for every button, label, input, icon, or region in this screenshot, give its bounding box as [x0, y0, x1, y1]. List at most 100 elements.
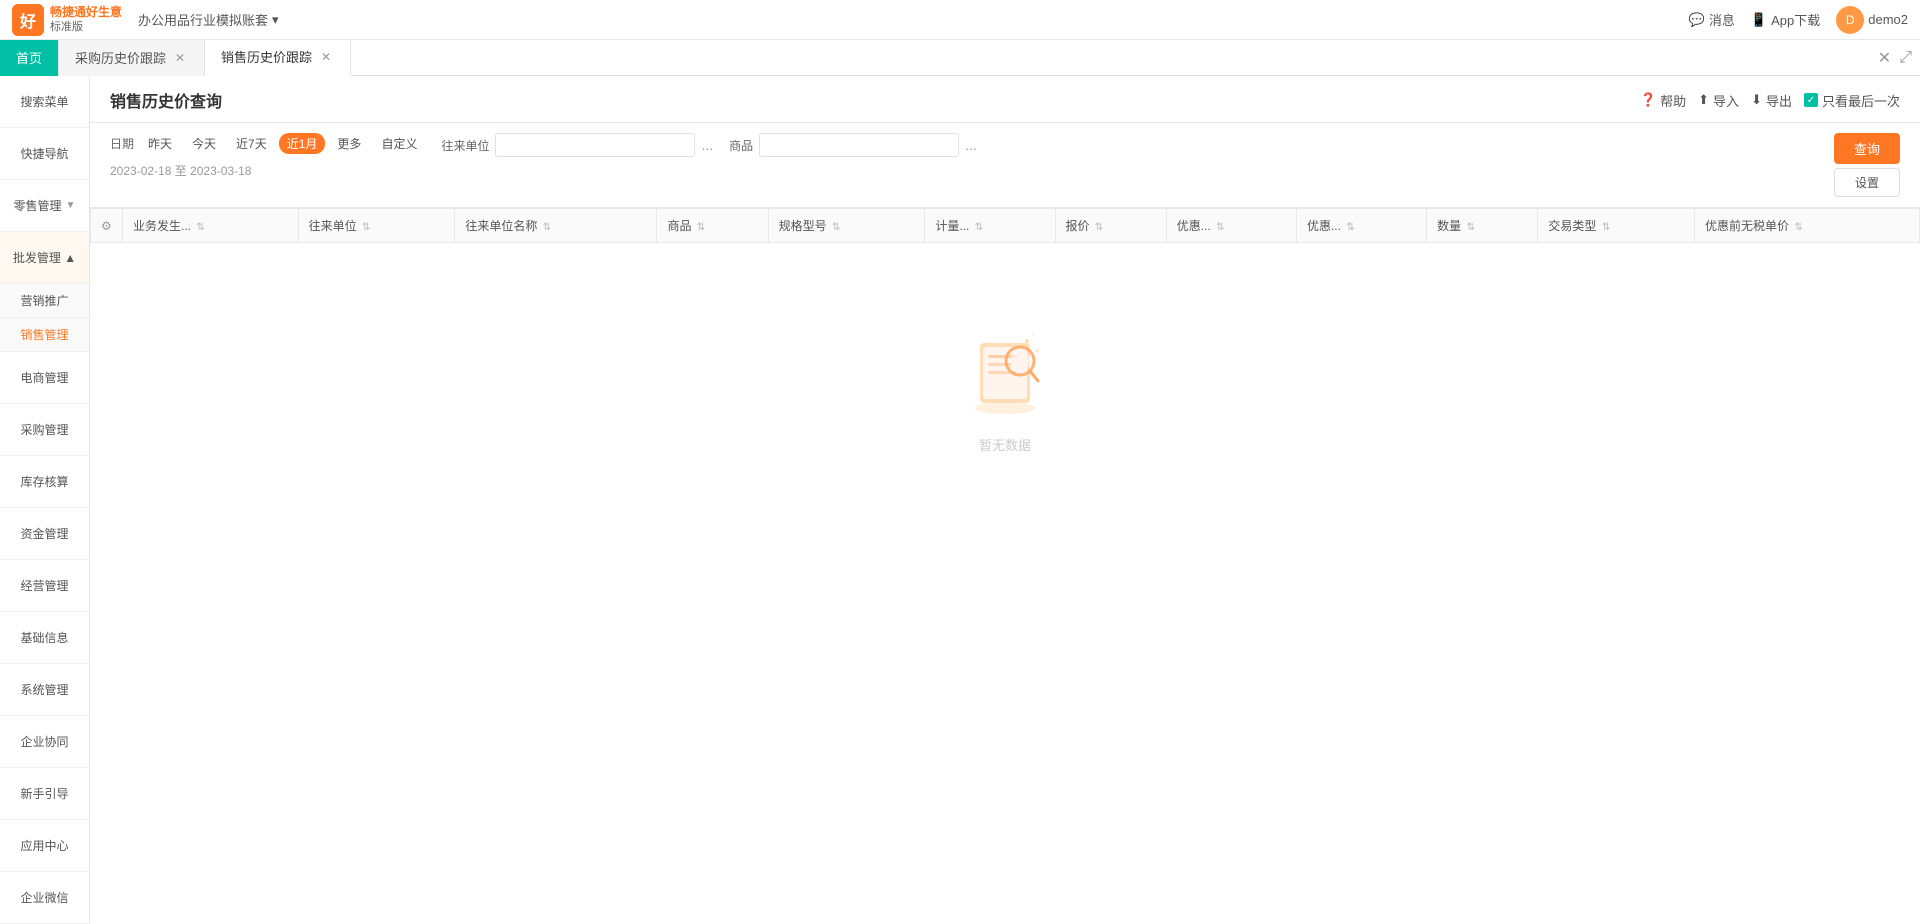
tabbar: 首页 采购历史价跟踪 ✕ 销售历史价跟踪 ✕ ✕ ⤢	[0, 40, 1920, 76]
wholesale-mgmt-row: 批发管理 ▲	[13, 249, 76, 266]
topbar-right: 💬 消息 📱 App下载 D demo2	[1689, 6, 1908, 34]
col-settings[interactable]: ⚙	[91, 209, 123, 243]
col-biz-date-label: 业务发生...	[133, 219, 191, 233]
basic-info-label: 基础信息	[20, 629, 68, 646]
goods-label: 商品	[729, 137, 753, 154]
col-biz-date[interactable]: 业务发生... ⇅	[123, 209, 299, 243]
import-btn[interactable]: ⬆ 导入	[1698, 91, 1739, 110]
sidebar-item-sales-mgmt[interactable]: 销售管理	[0, 318, 89, 352]
page-actions: ❓ 帮助 ⬆ 导入 ⬇ 导出 ✓ 只看最后一	[1640, 91, 1900, 110]
logo-icon: 好	[12, 4, 44, 36]
tab-purchase-history-close[interactable]: ✕	[172, 50, 188, 66]
tab-home-label: 首页	[16, 48, 42, 67]
help-btn[interactable]: ❓ 帮助	[1640, 91, 1686, 110]
col-trade-type[interactable]: 交易类型 ⇅	[1538, 209, 1695, 243]
col-quantity[interactable]: 数量 ⇅	[1427, 209, 1538, 243]
col-quote-label: 报价	[1066, 219, 1090, 233]
sidebar-item-new-guide[interactable]: 新手引导	[0, 768, 89, 820]
close-all-tabs-btn[interactable]: ✕	[1878, 48, 1891, 68]
sort-arrows-discount1: ⇅	[1216, 222, 1224, 233]
quick-nav-label: 快捷导航	[20, 145, 68, 162]
date-option-custom[interactable]: 自定义	[373, 133, 425, 154]
col-discount2[interactable]: 优惠... ⇅	[1296, 209, 1426, 243]
message-btn[interactable]: 💬 消息	[1689, 10, 1735, 29]
sort-arrows-counterpart-code: ⇅	[362, 222, 370, 233]
username: demo2	[1868, 12, 1908, 27]
settings-button[interactable]: 设置	[1834, 168, 1900, 197]
logo-line1: 畅捷通好生意	[50, 5, 122, 21]
sidebar-item-basic-info[interactable]: 基础信息	[0, 612, 89, 664]
date-range: 2023-02-18 至 2023-03-18	[110, 162, 251, 179]
nav-selector[interactable]: 办公用品行业模拟账套 ▾	[130, 6, 287, 33]
logo-area: 好 畅捷通好生意 标准版	[12, 4, 122, 36]
col-counterpart-name[interactable]: 往来单位名称 ⇅	[455, 209, 657, 243]
col-pre-tax-price-label: 优惠前无税单价	[1705, 219, 1789, 233]
user-profile-btn[interactable]: D demo2	[1836, 6, 1908, 34]
marketing-promo-label: 营销推广	[20, 294, 68, 308]
col-counterpart-code[interactable]: 往来单位 ⇅	[298, 209, 455, 243]
date-options: 昨天 今天 近7天 近1月 更多 自定义	[140, 133, 425, 154]
sidebar-item-fund-mgmt[interactable]: 资金管理	[0, 508, 89, 560]
purchase-mgmt-label: 采购管理	[20, 421, 68, 438]
sidebar-item-enterprise-wechat[interactable]: 企业微信	[0, 872, 89, 924]
col-unit[interactable]: 计量... ⇅	[925, 209, 1055, 243]
goods-dots[interactable]: ...	[965, 137, 977, 153]
tab-sales-history-close[interactable]: ✕	[318, 49, 334, 65]
sort-arrows-quantity: ⇅	[1466, 222, 1474, 233]
goods-input[interactable]	[759, 133, 959, 157]
col-quote[interactable]: 报价 ⇅	[1055, 209, 1166, 243]
wholesale-mgmt-label: 批发管理	[13, 251, 61, 265]
tab-home[interactable]: 首页	[0, 40, 59, 76]
col-spec[interactable]: 规格型号 ⇅	[768, 209, 925, 243]
sidebar-item-retail-mgmt[interactable]: 零售管理 ▼	[0, 180, 89, 232]
operations-mgmt-label: 经营管理	[20, 577, 68, 594]
date-option-last1m[interactable]: 近1月	[279, 133, 326, 154]
counterpart-dots[interactable]: ...	[701, 137, 713, 153]
sidebar-item-quick-nav[interactable]: 快捷导航	[0, 128, 89, 180]
tab-purchase-history[interactable]: 采购历史价跟踪 ✕	[59, 40, 205, 76]
only-last-checkbox[interactable]: ✓ 只看最后一次	[1804, 91, 1900, 110]
table-header: ⚙ 业务发生... ⇅ 往来单位 ⇅ 往来单位名称 ⇅	[91, 209, 1920, 243]
counterpart-filter-row: 往来单位 ...	[441, 133, 713, 157]
col-unit-label: 计量...	[935, 219, 969, 233]
app-download-btn[interactable]: 📱 App下载	[1751, 10, 1820, 29]
sort-arrows-discount2: ⇅	[1346, 222, 1354, 233]
counterpart-input[interactable]	[495, 133, 695, 157]
expand-btn[interactable]: ⤢	[1899, 49, 1912, 67]
content-area: 销售历史价查询 ❓ 帮助 ⬆ 导入 ⬇ 导出	[90, 76, 1920, 924]
sidebar-item-app-center[interactable]: 应用中心	[0, 820, 89, 872]
sidebar-item-ecommerce-mgmt[interactable]: 电商管理	[0, 352, 89, 404]
date-option-today[interactable]: 今天	[184, 133, 224, 154]
app-download-label: App下载	[1771, 10, 1820, 29]
date-option-last7[interactable]: 近7天	[228, 133, 275, 154]
goods-filter-row: 商品 ...	[729, 133, 977, 157]
date-option-more[interactable]: 更多	[329, 133, 369, 154]
fund-mgmt-label: 资金管理	[20, 525, 68, 542]
export-icon: ⬇	[1751, 92, 1762, 108]
sidebar-item-inventory-check[interactable]: 库存核算	[0, 456, 89, 508]
sidebar-item-operations-mgmt[interactable]: 经营管理	[0, 560, 89, 612]
col-discount1[interactable]: 优惠... ⇅	[1166, 209, 1296, 243]
sidebar-item-purchase-mgmt[interactable]: 采购管理	[0, 404, 89, 456]
system-mgmt-label: 系统管理	[20, 681, 68, 698]
sidebar-item-wholesale-mgmt[interactable]: 批发管理 ▲	[0, 232, 89, 284]
sidebar-item-enterprise-collab[interactable]: 企业协同	[0, 716, 89, 768]
sidebar-item-system-mgmt[interactable]: 系统管理	[0, 664, 89, 716]
query-button[interactable]: 查询	[1834, 133, 1900, 164]
date-option-yesterday[interactable]: 昨天	[140, 133, 180, 154]
tab-sales-history[interactable]: 销售历史价跟踪 ✕	[205, 40, 351, 76]
settings-col-icon: ⚙	[101, 219, 112, 233]
empty-text: 暂无数据	[979, 435, 1031, 454]
logo-text: 畅捷通好生意 标准版	[50, 5, 122, 35]
col-pre-tax-price[interactable]: 优惠前无税单价 ⇅	[1695, 209, 1920, 243]
enterprise-wechat-label: 企业微信	[20, 889, 68, 906]
retail-mgmt-label: 零售管理	[14, 197, 62, 214]
col-goods[interactable]: 商品 ⇅	[657, 209, 768, 243]
sort-arrows-pre-tax-price: ⇅	[1794, 222, 1802, 233]
data-table: ⚙ 业务发生... ⇅ 往来单位 ⇅ 往来单位名称 ⇅	[90, 208, 1920, 243]
app-download-icon: 📱	[1751, 12, 1767, 28]
sidebar-item-search-menu[interactable]: 搜索菜单	[0, 76, 89, 128]
empty-svg	[955, 323, 1055, 423]
sidebar-item-marketing-promo[interactable]: 营销推广	[0, 284, 89, 318]
export-btn[interactable]: ⬇ 导出	[1751, 91, 1792, 110]
